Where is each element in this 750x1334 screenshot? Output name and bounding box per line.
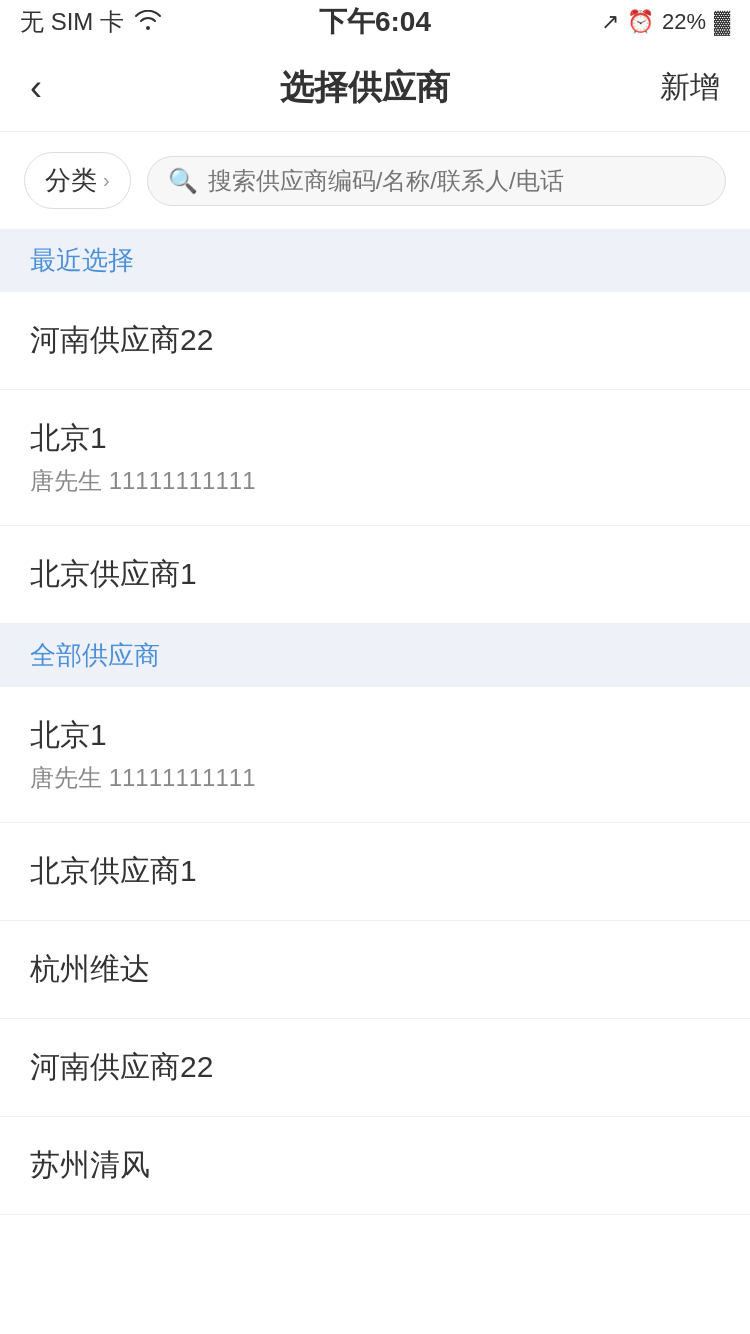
item-name: 苏州清风 xyxy=(30,1145,720,1186)
list-item[interactable]: 北京1 唐先生 11111111111 xyxy=(0,390,750,526)
recent-section-label: 最近选择 xyxy=(30,245,134,275)
item-sub: 唐先生 11111111111 xyxy=(30,465,720,497)
recent-section-header: 最近选择 xyxy=(0,229,750,292)
nav-bar: ‹ 选择供应商 新增 xyxy=(0,44,750,132)
battery-icon: ▓ xyxy=(714,9,730,35)
item-name: 河南供应商22 xyxy=(30,320,720,361)
category-label: 分类 xyxy=(45,163,97,198)
alarm-icon: ⏰ xyxy=(627,9,654,35)
item-name: 北京供应商1 xyxy=(30,851,720,892)
wifi-icon xyxy=(134,8,162,36)
item-name: 杭州维达 xyxy=(30,949,720,990)
item-name: 北京供应商1 xyxy=(30,554,720,595)
list-item[interactable]: 北京供应商1 xyxy=(0,526,750,624)
all-section-label: 全部供应商 xyxy=(30,640,160,670)
status-left: 无 SIM 卡 xyxy=(20,6,162,38)
search-icon: 🔍 xyxy=(168,167,198,195)
list-item[interactable]: 河南供应商22 xyxy=(0,292,750,390)
list-item[interactable]: 杭州维达 xyxy=(0,921,750,1019)
battery-label: 22% xyxy=(662,9,706,35)
status-bar: 无 SIM 卡 下午6:04 ↗ ⏰ 22% ▓ xyxy=(0,0,750,44)
item-sub: 唐先生 11111111111 xyxy=(30,762,720,794)
list-item[interactable]: 北京1 唐先生 11111111111 xyxy=(0,687,750,823)
status-time: 下午6:04 xyxy=(319,3,431,41)
list-item[interactable]: 河南供应商22 xyxy=(0,1019,750,1117)
all-section-header: 全部供应商 xyxy=(0,624,750,687)
status-right: ↗ ⏰ 22% ▓ xyxy=(601,9,730,35)
search-box[interactable]: 🔍 xyxy=(147,156,726,206)
location-icon: ↗ xyxy=(601,9,619,35)
item-name: 北京1 xyxy=(30,418,720,459)
filter-bar: 分类 › 🔍 xyxy=(0,132,750,229)
list-item[interactable]: 北京供应商1 xyxy=(0,823,750,921)
search-input[interactable] xyxy=(208,167,705,195)
all-list: 北京1 唐先生 11111111111 北京供应商1 杭州维达 河南供应商22 … xyxy=(0,687,750,1215)
page-title: 选择供应商 xyxy=(280,65,450,111)
category-button[interactable]: 分类 › xyxy=(24,152,131,209)
list-item[interactable]: 苏州清风 xyxy=(0,1117,750,1215)
item-name: 北京1 xyxy=(30,715,720,756)
sim-label: 无 SIM 卡 xyxy=(20,6,124,38)
add-button[interactable]: 新增 xyxy=(640,67,720,108)
back-button[interactable]: ‹ xyxy=(30,67,90,109)
recent-list: 河南供应商22 北京1 唐先生 11111111111 北京供应商1 xyxy=(0,292,750,624)
item-name: 河南供应商22 xyxy=(30,1047,720,1088)
chevron-right-icon: › xyxy=(103,169,110,192)
